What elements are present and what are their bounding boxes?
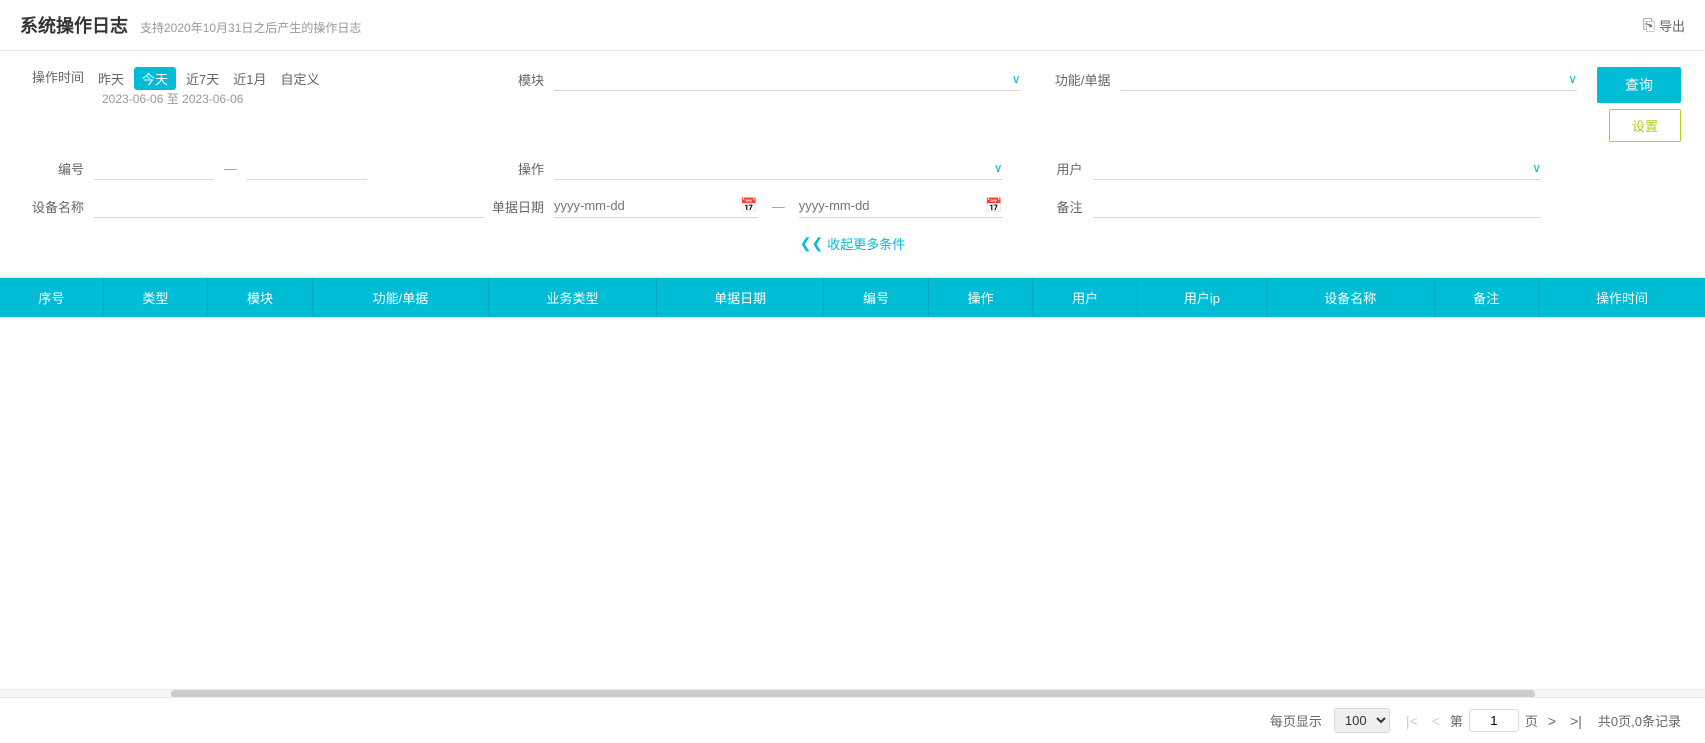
remark-label: 备注: [1023, 197, 1093, 216]
time-btn-today[interactable]: 今天: [134, 67, 176, 90]
page-title: 系统操作日志: [20, 12, 128, 38]
device-input[interactable]: [94, 194, 484, 218]
pag-page-label: 第: [1450, 711, 1463, 730]
horizontal-scrollbar[interactable]: [0, 689, 1705, 697]
export-button[interactable]: ⎘ 导出: [1643, 16, 1685, 35]
pag-next-button[interactable]: >: [1544, 711, 1560, 731]
time-btn-yesterday[interactable]: 昨天: [94, 67, 128, 90]
device-label: 设备名称: [24, 197, 94, 216]
module-label: 模块: [484, 70, 554, 89]
pag-page-unit: 页: [1525, 711, 1538, 730]
pag-first-button[interactable]: |<: [1402, 711, 1422, 731]
col-doc-date: 单据日期: [656, 278, 824, 317]
function-select[interactable]: ∨: [1121, 67, 1578, 91]
settings-button[interactable]: 设置: [1609, 109, 1681, 142]
data-table: 序号 类型 模块 功能/单据 业务类型 单据日期 编号 操作 用户 用户ip 设…: [0, 278, 1705, 317]
scrollbar-thumb: [171, 690, 1535, 697]
time-btn-7days[interactable]: 近7天: [182, 67, 223, 90]
time-btn-custom[interactable]: 自定义: [277, 67, 324, 90]
calendar-to-icon[interactable]: 📅: [985, 197, 1002, 214]
code-to-input[interactable]: [247, 156, 367, 180]
per-page-label: 每页显示: [1270, 711, 1322, 730]
action-buttons: 查询 设置: [1597, 67, 1681, 142]
col-index: 序号: [0, 278, 103, 317]
time-label: 操作时间: [24, 67, 94, 86]
module-select[interactable]: ∨: [554, 67, 1021, 91]
collapse-bar: ❮❮ 收起更多条件: [24, 226, 1681, 261]
function-label: 功能/单据: [1041, 70, 1121, 89]
code-label: 编号: [24, 159, 94, 178]
doc-date-from-input[interactable]: [554, 194, 736, 217]
export-icon: ⎘: [1643, 17, 1655, 34]
export-label: 导出: [1659, 16, 1685, 35]
user-chevron-icon: ∨: [1532, 161, 1541, 175]
col-operation: 操作: [928, 278, 1032, 317]
doc-date-separator: —: [772, 199, 785, 214]
user-input[interactable]: [1093, 156, 1529, 179]
per-page-select[interactable]: 100 50 200: [1334, 708, 1390, 733]
pag-last-button[interactable]: >|: [1566, 711, 1586, 731]
doc-date-to-wrapper: 📅: [799, 194, 1003, 218]
doc-date-from-wrapper: 📅: [554, 194, 758, 218]
time-range: 2023-06-06 至 2023-06-06: [102, 90, 324, 107]
filter-area: 操作时间 昨天 今天 近7天 近1月 自定义 2023-06-06 至 2023…: [0, 51, 1705, 278]
pag-page-input[interactable]: [1469, 709, 1519, 732]
col-device: 设备名称: [1266, 278, 1434, 317]
pagination: |< < 第 页 > >|: [1402, 709, 1586, 732]
table-wrapper: 序号 类型 模块 功能/单据 业务类型 单据日期 编号 操作 用户 用户ip 设…: [0, 278, 1705, 689]
operation-label: 操作: [484, 159, 554, 178]
collapse-icon: ❮❮: [800, 235, 823, 252]
collapse-button[interactable]: ❮❮ 收起更多条件: [800, 234, 905, 253]
pag-prev-button[interactable]: <: [1428, 711, 1444, 731]
user-label: 用户: [1023, 159, 1093, 178]
col-biz-type: 业务类型: [489, 278, 657, 317]
remark-input[interactable]: [1093, 194, 1542, 218]
col-op-time: 操作时间: [1539, 278, 1705, 317]
page-footer: 每页显示 100 50 200 |< < 第 页 > >| 共0页,0条记录: [0, 697, 1705, 743]
collapse-label: 收起更多条件: [827, 234, 905, 253]
pagination-total: 共0页,0条记录: [1598, 711, 1681, 730]
doc-date-to-input[interactable]: [799, 194, 981, 217]
table-header-row: 序号 类型 模块 功能/单据 业务类型 单据日期 编号 操作 用户 用户ip 设…: [0, 278, 1705, 317]
user-select[interactable]: ∨: [1093, 156, 1542, 180]
operation-select[interactable]: ∨: [554, 156, 1003, 180]
page-header: 系统操作日志 支持2020年10月31日之后产生的操作日志 ⎘ 导出: [0, 0, 1705, 51]
col-user: 用户: [1033, 278, 1137, 317]
module-chevron-icon: ∨: [1012, 72, 1021, 86]
query-button[interactable]: 查询: [1597, 67, 1681, 103]
code-from-input[interactable]: [94, 156, 214, 180]
col-code: 编号: [824, 278, 928, 317]
function-chevron-icon: ∨: [1568, 72, 1577, 86]
time-btn-1month[interactable]: 近1月: [229, 67, 270, 90]
col-type: 类型: [103, 278, 207, 317]
calendar-from-icon[interactable]: 📅: [740, 197, 757, 214]
col-user-ip: 用户ip: [1137, 278, 1266, 317]
page-subtitle: 支持2020年10月31日之后产生的操作日志: [140, 19, 361, 36]
function-input[interactable]: [1121, 67, 1565, 90]
col-module: 模块: [208, 278, 312, 317]
code-separator: —: [224, 161, 237, 176]
operation-chevron-icon: ∨: [994, 161, 1003, 175]
col-remark: 备注: [1434, 278, 1538, 317]
module-input[interactable]: [554, 67, 1008, 90]
time-options: 昨天 今天 近7天 近1月 自定义: [94, 67, 324, 90]
doc-date-label: 单据日期: [484, 197, 554, 216]
col-function: 功能/单据: [312, 278, 488, 317]
operation-input[interactable]: [554, 156, 990, 179]
